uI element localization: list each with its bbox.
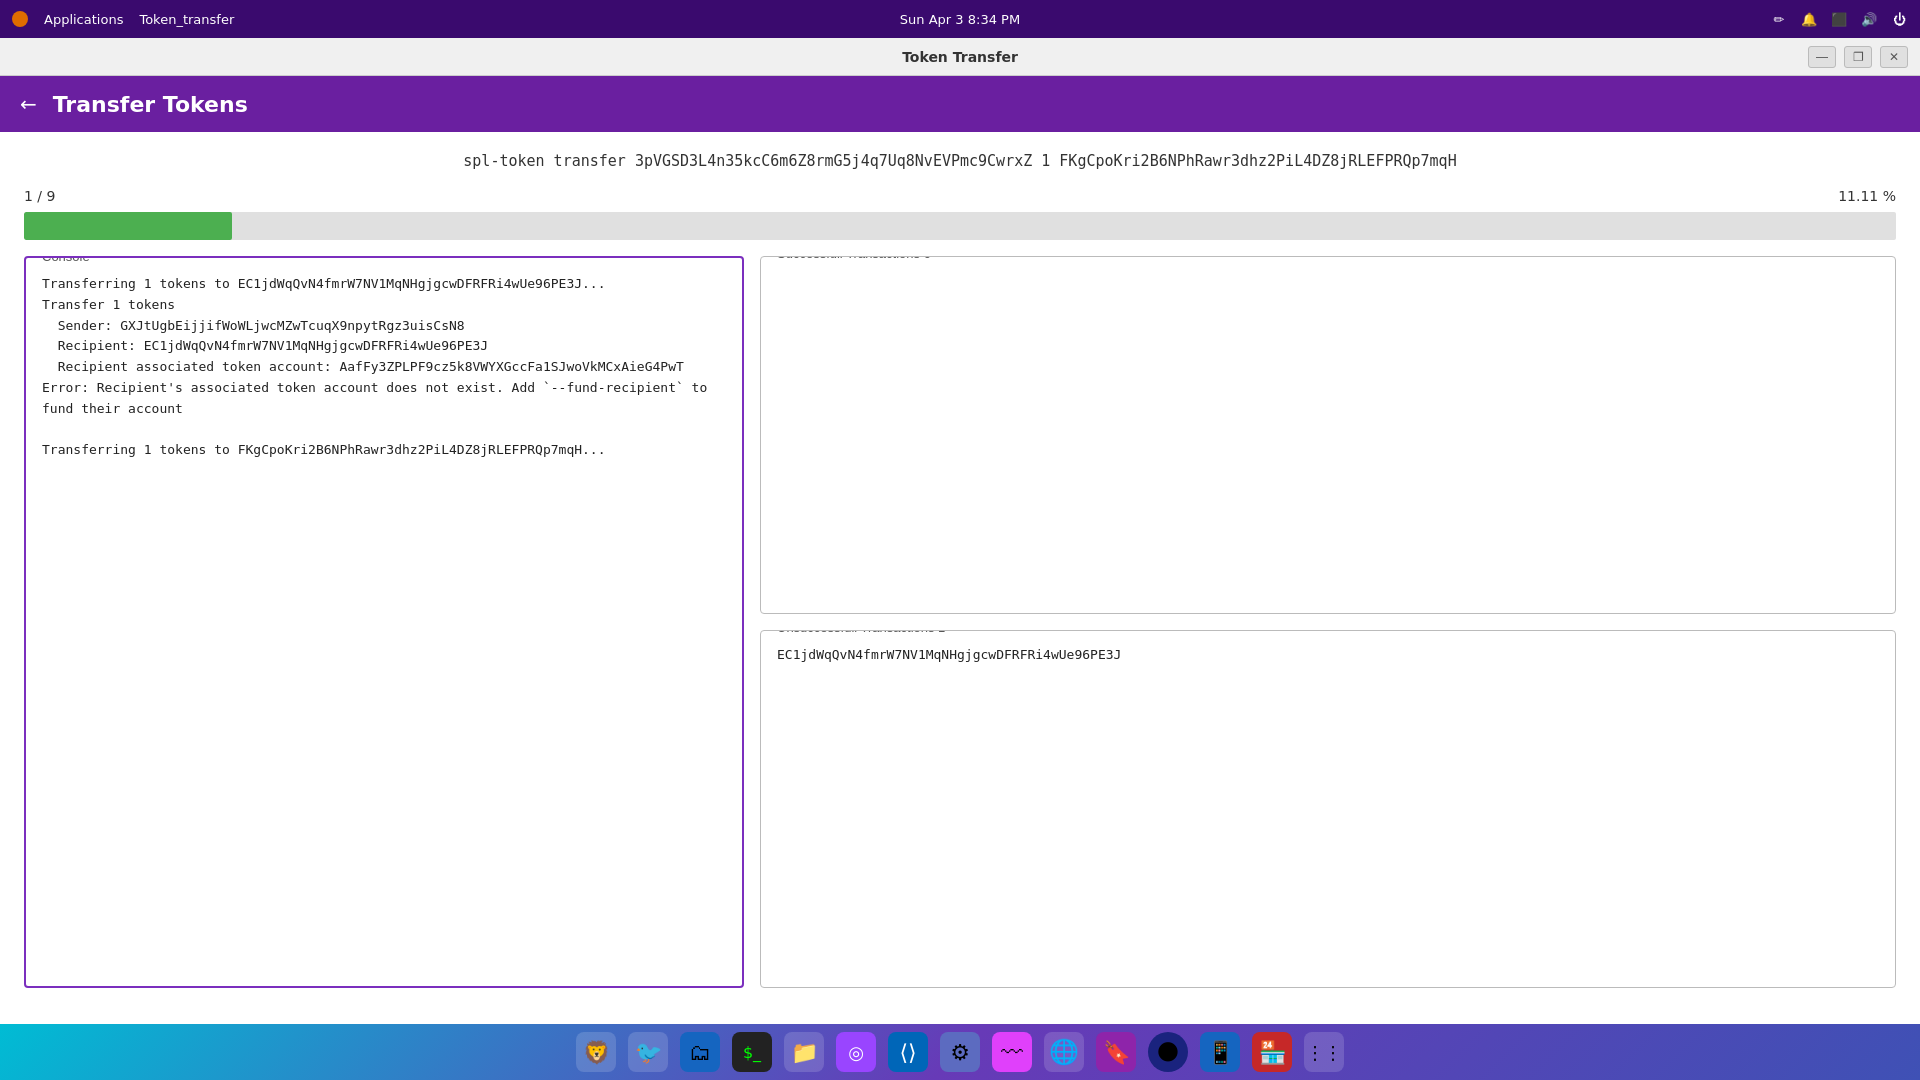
progress-bar-container (24, 212, 1896, 240)
app-header: ← Transfer Tokens (0, 76, 1920, 132)
system-datetime: Sun Apr 3 8:34 PM (900, 12, 1020, 27)
progress-current: 1 / 9 (24, 188, 55, 204)
successful-transactions-panel: Successfull Transactions 0 (760, 256, 1896, 614)
files-icon[interactable]: 🗂 (680, 1032, 720, 1072)
console-text: Transferring 1 tokens to EC1jdWqQvN4fmrW… (42, 274, 726, 461)
brave-icon[interactable]: 🦁 (576, 1032, 616, 1072)
chrome-icon[interactable]: 🌐 (1044, 1032, 1084, 1072)
app2-label[interactable]: Token_transfer (139, 12, 234, 27)
os-logo (12, 11, 28, 27)
system-tray: ✏ 🔔 ⬛ 🔊 ⏻ (1770, 10, 1908, 28)
restore-button[interactable]: ❐ (1844, 46, 1872, 68)
progress-percent: 11.11 % (1838, 188, 1896, 204)
minimize-button[interactable]: — (1808, 46, 1836, 68)
volume-icon[interactable]: 🔊 (1860, 10, 1878, 28)
taskbar: 🦁 🐦 🗂 $_ 📁 ◎ ⟨⟩ ⚙ 〰 🌐 🔖 🌑 📱 🏪 ⋮⋮ (0, 1024, 1920, 1080)
main-content: spl-token transfer 3pVGSD3L4n35kcC6m6Z8r… (0, 132, 1920, 1024)
software-center-icon[interactable]: 🏪 (1252, 1032, 1292, 1072)
app1-label[interactable]: Applications (44, 12, 123, 27)
settings-icon[interactable]: ⚙ (940, 1032, 980, 1072)
command-line: spl-token transfer 3pVGSD3L4n35kcC6m6Z8r… (24, 152, 1896, 170)
system-bar-left: Applications Token_transfer (12, 11, 234, 27)
vscode-icon[interactable]: ⟨⟩ (888, 1032, 928, 1072)
app-grid-icon[interactable]: ⋮⋮ (1304, 1032, 1344, 1072)
pen-icon: ✏ (1770, 10, 1788, 28)
audacity-icon[interactable]: 〰 (992, 1032, 1032, 1072)
unsuccessful-transactions-panel: Unsuccessfull Transactions 1 EC1jdWqQvN4… (760, 630, 1896, 988)
progress-bar-fill (24, 212, 232, 240)
terminal-icon[interactable]: $_ (732, 1032, 772, 1072)
console-panel: Console Transferring 1 tokens to EC1jdWq… (24, 256, 744, 988)
title-bar: Token Transfer — ❐ ✕ (0, 38, 1920, 76)
screen-icon: ⬛ (1830, 10, 1848, 28)
unsuccessful-label: Unsuccessfull Transactions 1 (771, 630, 951, 635)
app-title: Transfer Tokens (53, 92, 248, 117)
avatar-icon[interactable]: 🌑 (1148, 1032, 1188, 1072)
successful-label: Successfull Transactions 0 (771, 256, 937, 261)
system-bar: Applications Token_transfer Sun Apr 3 8:… (0, 0, 1920, 38)
close-button[interactable]: ✕ (1880, 46, 1908, 68)
right-panels: Successfull Transactions 0 Unsuccessfull… (760, 256, 1896, 988)
nautilus-icon[interactable]: 📁 (784, 1032, 824, 1072)
thunderbird-icon[interactable]: 🐦 (628, 1032, 668, 1072)
console-label: Console (36, 256, 96, 268)
progress-info: 1 / 9 11.11 % (24, 188, 1896, 204)
window-title: Token Transfer (902, 49, 1018, 65)
window-controls: — ❐ ✕ (1808, 46, 1908, 68)
solana-icon[interactable]: ◎ (836, 1032, 876, 1072)
back-button[interactable]: ← (20, 92, 37, 116)
panels-row: Console Transferring 1 tokens to EC1jdWq… (24, 256, 1896, 988)
bookmarks-icon[interactable]: 🔖 (1096, 1032, 1136, 1072)
power-icon[interactable]: ⏻ (1890, 10, 1908, 28)
notification-icon[interactable]: 🔔 (1800, 10, 1818, 28)
unsuccessful-entry: EC1jdWqQvN4fmrW7NV1MqNHgjgcwDFRFRi4wUe96… (777, 647, 1879, 662)
phone-icon[interactable]: 📱 (1200, 1032, 1240, 1072)
